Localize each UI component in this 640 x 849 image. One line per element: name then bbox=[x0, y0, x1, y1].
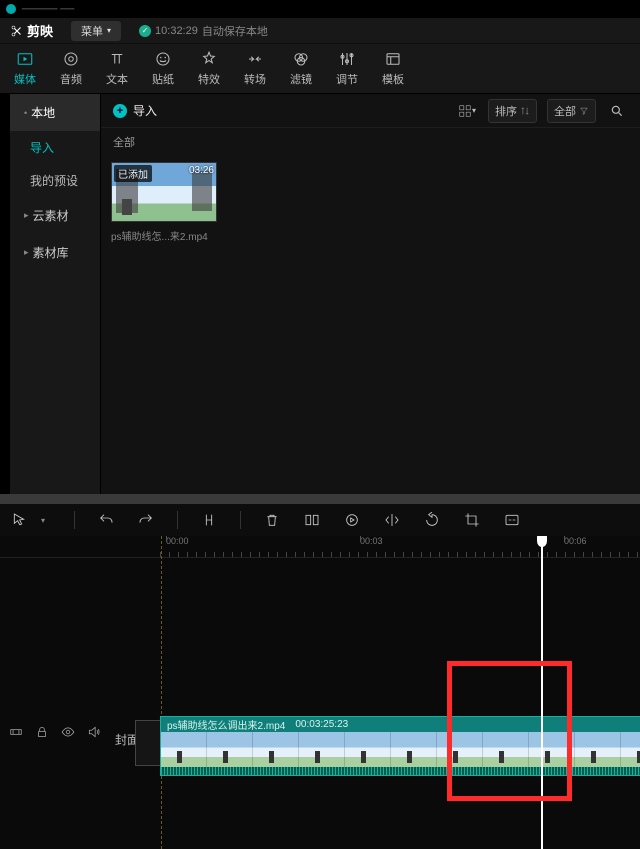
app-root: ───── ── 剪映 菜单 ▾ ✓ 10:32:29 自动保存本地 媒体 音频… bbox=[0, 0, 640, 849]
cover-thumbnail[interactable] bbox=[135, 720, 163, 766]
content-area: • 本地 导入 我的预设 ▸ 云素材 ▸ 素材库 + 导入 bbox=[0, 94, 640, 494]
ripple-delete-button[interactable] bbox=[303, 511, 321, 529]
media-filename: ps辅助线怎...来2.mp4 bbox=[111, 228, 217, 243]
timeline-panel[interactable]: 00:00 00:03 00:06 封面 ps辅助线怎么调出来2.mp4 00:… bbox=[0, 536, 640, 849]
ruler-tick: 00:00 bbox=[166, 536, 189, 546]
chevron-right-icon: ▸ bbox=[24, 247, 29, 258]
autosave-time: 10:32:29 bbox=[155, 25, 198, 37]
sort-button[interactable]: 排序 bbox=[488, 99, 537, 123]
cursor-tool-button[interactable] bbox=[10, 511, 28, 529]
tab-text[interactable]: 文本 bbox=[106, 50, 128, 87]
collapse-button[interactable] bbox=[8, 724, 24, 740]
record-button[interactable] bbox=[343, 511, 361, 529]
tab-label: 音频 bbox=[60, 71, 82, 87]
tab-sticker[interactable]: 贴纸 bbox=[152, 50, 174, 87]
import-label: 导入 bbox=[133, 102, 157, 119]
track-gutter bbox=[0, 724, 110, 740]
timeline-toolbar: ▾ bbox=[0, 504, 640, 536]
sidebar-item-cloud[interactable]: ▸ 云素材 bbox=[10, 197, 100, 234]
menu-button[interactable]: 菜单 ▾ bbox=[71, 21, 121, 41]
plus-icon: + bbox=[113, 104, 127, 118]
media-item[interactable]: 已添加 03:26 ps辅助线怎...来2.mp4 bbox=[111, 162, 217, 243]
clip-frames bbox=[161, 732, 640, 767]
visibility-button[interactable] bbox=[60, 724, 76, 740]
ruler-tick: 00:06 bbox=[564, 536, 587, 546]
sidebar-item-label: 素材库 bbox=[33, 244, 69, 261]
app-dot-icon bbox=[6, 4, 16, 14]
mute-button[interactable] bbox=[86, 724, 102, 740]
tab-label: 模板 bbox=[382, 71, 404, 87]
tab-label: 滤镜 bbox=[290, 71, 312, 87]
search-button[interactable] bbox=[606, 100, 628, 122]
sidebar-item-label: 本地 bbox=[31, 104, 55, 121]
added-badge: 已添加 bbox=[114, 165, 152, 182]
mirror-button[interactable] bbox=[383, 511, 401, 529]
rotate-button[interactable] bbox=[423, 511, 441, 529]
os-titlebar: ───── ── bbox=[0, 0, 640, 18]
chevron-down-icon: ▾ bbox=[107, 26, 111, 35]
window-title: ───── ── bbox=[22, 4, 74, 15]
sidebar-item-presets[interactable]: 我的预设 bbox=[10, 164, 100, 197]
panel-divider[interactable] bbox=[0, 494, 640, 504]
view-grid-button[interactable]: ▾ bbox=[456, 100, 478, 122]
app-name: 剪映 bbox=[27, 21, 53, 40]
tab-label: 转场 bbox=[244, 71, 266, 87]
tab-label: 媒体 bbox=[14, 71, 36, 87]
redo-button[interactable] bbox=[137, 511, 155, 529]
tab-adjust[interactable]: 调节 bbox=[336, 50, 358, 87]
clip-time: 00:03:25:23 bbox=[295, 719, 348, 730]
main-tabs: 媒体 音频 文本 贴纸 特效 转场 滤镜 调节 bbox=[0, 44, 640, 94]
tab-audio[interactable]: 音频 bbox=[60, 50, 82, 87]
playhead[interactable] bbox=[541, 536, 543, 849]
tab-label: 调节 bbox=[336, 71, 358, 87]
split-button[interactable] bbox=[200, 511, 218, 529]
media-thumbnail[interactable]: 已添加 03:26 bbox=[111, 162, 217, 222]
clip-title: ps辅助线怎么调出来2.mp4 bbox=[167, 717, 285, 732]
media-grid: 已添加 03:26 ps辅助线怎...来2.mp4 bbox=[101, 156, 640, 249]
clip-header: ps辅助线怎么调出来2.mp4 00:03:25:23 bbox=[161, 717, 640, 732]
clip-waveform bbox=[161, 767, 640, 776]
sidebar: • 本地 导入 我的预设 ▸ 云素材 ▸ 素材库 bbox=[10, 94, 100, 494]
scissors-icon bbox=[10, 24, 24, 38]
check-icon: ✓ bbox=[139, 25, 151, 37]
tab-effect[interactable]: 特效 bbox=[198, 50, 220, 87]
sidebar-item-local[interactable]: • 本地 bbox=[10, 94, 100, 131]
sidebar-item-label: 云素材 bbox=[33, 207, 69, 224]
tab-template[interactable]: 模板 bbox=[382, 50, 404, 87]
media-filter-all[interactable]: 全部 bbox=[101, 128, 640, 156]
delete-button[interactable] bbox=[263, 511, 281, 529]
media-panel: + 导入 ▾ 排序 全部 全部 bbox=[100, 94, 640, 494]
scope-filter-button[interactable]: 全部 bbox=[547, 99, 596, 123]
sort-label: 排序 bbox=[495, 103, 517, 119]
chevron-right-icon: • bbox=[24, 108, 27, 118]
media-duration: 03:26 bbox=[189, 165, 214, 176]
tab-label: 文本 bbox=[106, 71, 128, 87]
sidebar-item-library[interactable]: ▸ 素材库 bbox=[10, 234, 100, 271]
video-track[interactable]: ps辅助线怎么调出来2.mp4 00:03:25:23 bbox=[160, 708, 640, 780]
lock-button[interactable] bbox=[34, 724, 50, 740]
start-marker bbox=[161, 536, 162, 849]
autosave-text: 自动保存本地 bbox=[202, 23, 268, 39]
crop-button[interactable] bbox=[463, 511, 481, 529]
tab-filter[interactable]: 滤镜 bbox=[290, 50, 312, 87]
scope-label: 全部 bbox=[554, 103, 576, 119]
tab-transition[interactable]: 转场 bbox=[244, 50, 266, 87]
tab-media[interactable]: 媒体 bbox=[14, 50, 36, 87]
media-header: + 导入 ▾ 排序 全部 bbox=[101, 94, 640, 128]
app-header: 剪映 菜单 ▾ ✓ 10:32:29 自动保存本地 bbox=[0, 18, 640, 44]
undo-button[interactable] bbox=[97, 511, 115, 529]
sidebar-item-import[interactable]: 导入 bbox=[10, 131, 100, 164]
tab-label: 特效 bbox=[198, 71, 220, 87]
autosave-status: ✓ 10:32:29 自动保存本地 bbox=[139, 23, 268, 39]
menu-label: 菜单 bbox=[81, 23, 103, 39]
import-button[interactable]: + 导入 bbox=[113, 102, 157, 119]
app-logo: 剪映 bbox=[10, 21, 53, 40]
tab-label: 贴纸 bbox=[152, 71, 174, 87]
auto-caption-button[interactable] bbox=[503, 511, 521, 529]
video-clip[interactable]: ps辅助线怎么调出来2.mp4 00:03:25:23 bbox=[160, 716, 640, 776]
ruler-tick: 00:03 bbox=[360, 536, 383, 546]
chevron-right-icon: ▸ bbox=[24, 210, 29, 221]
chevron-down-icon[interactable]: ▾ bbox=[34, 511, 52, 529]
